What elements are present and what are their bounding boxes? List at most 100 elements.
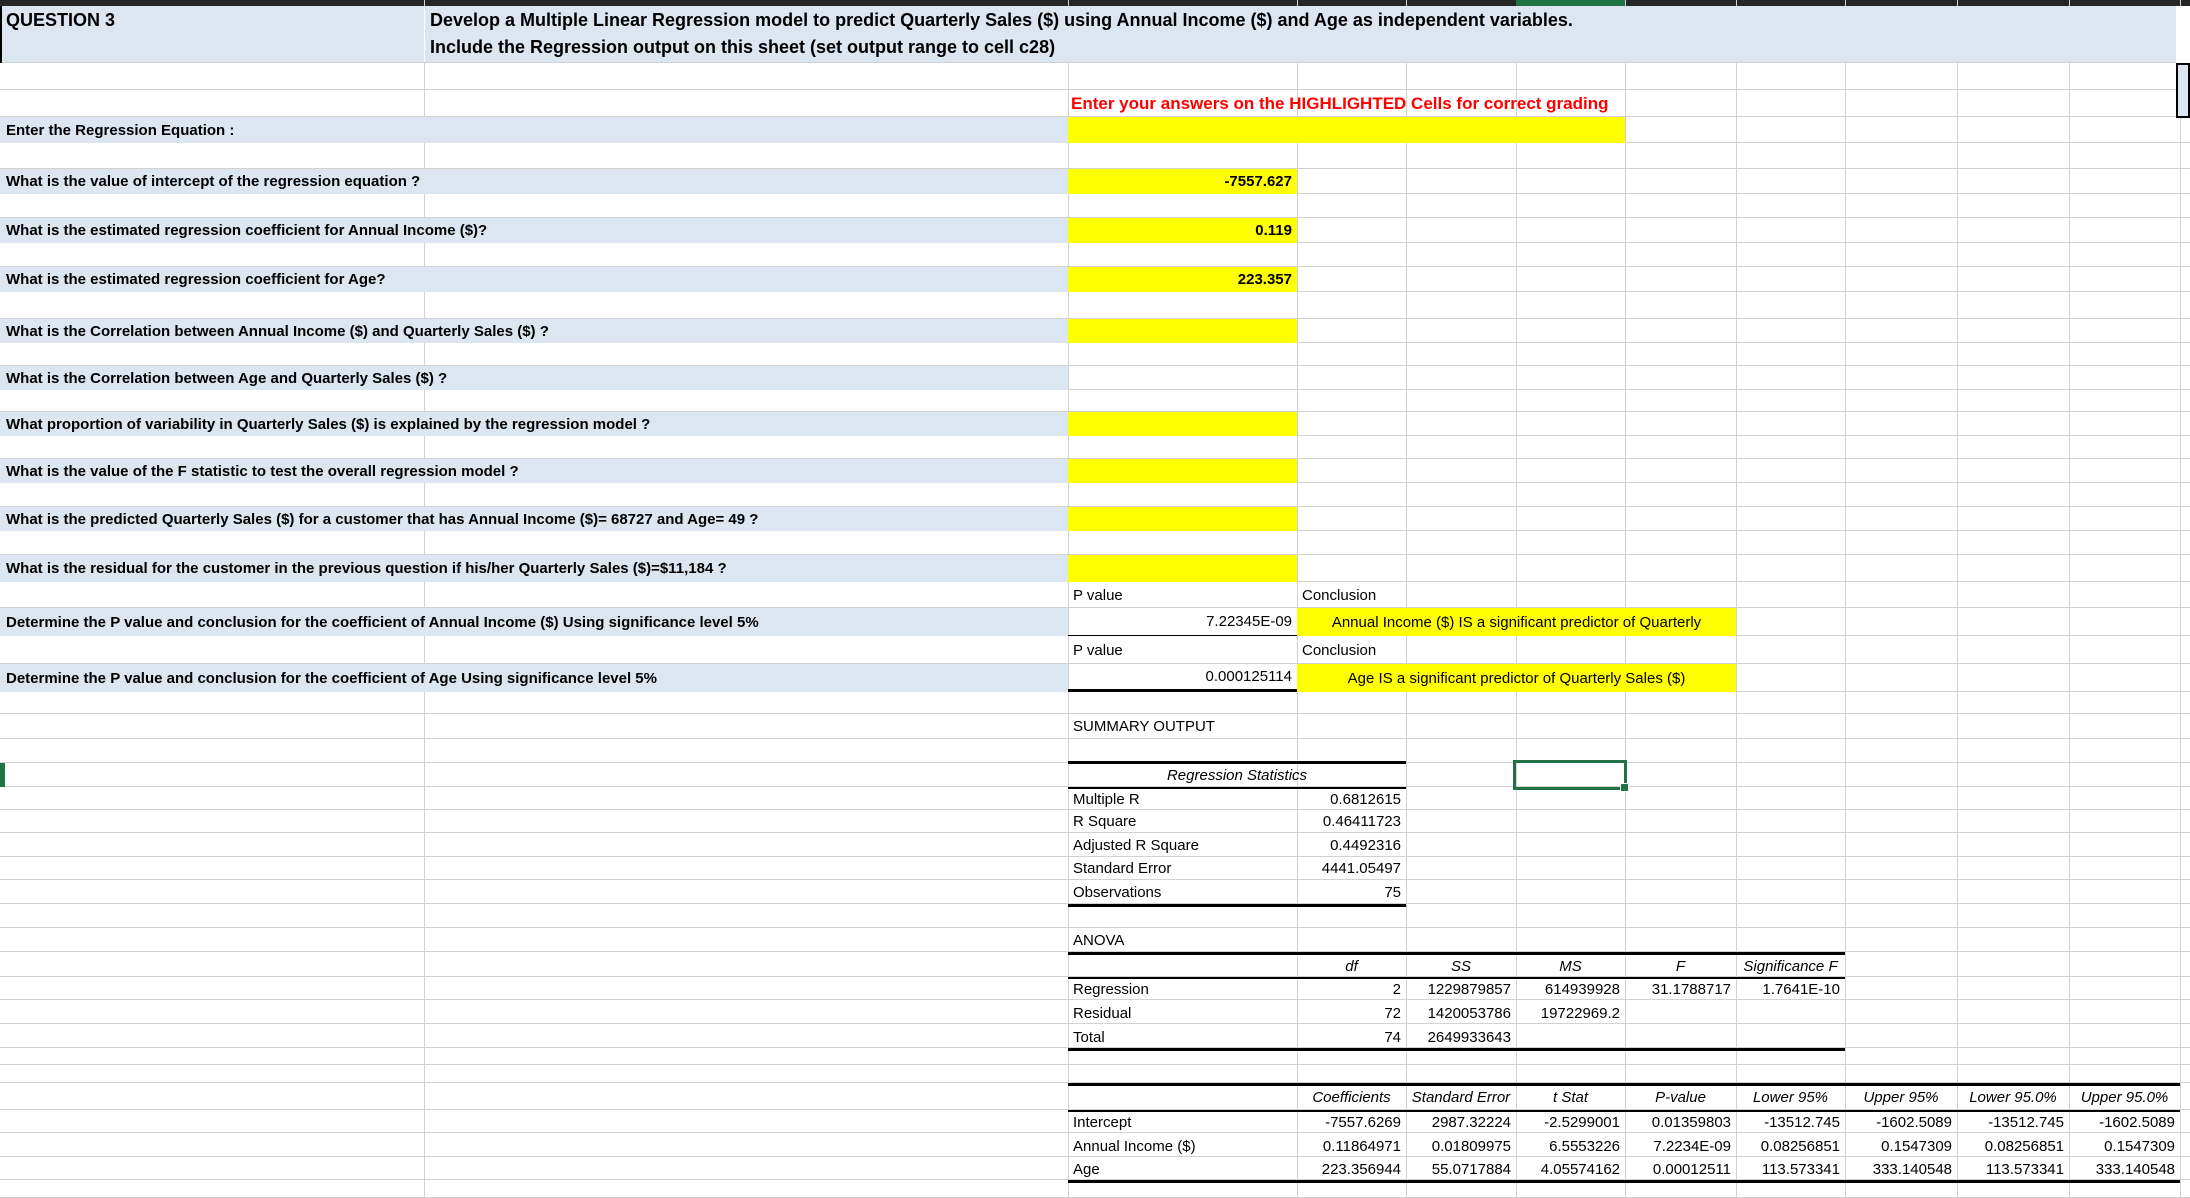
question-regression-equation: Enter the Regression Equation : xyxy=(0,117,1068,143)
coef-header: Upper 95.0% xyxy=(2080,1088,2169,1106)
coef-row-label: Age xyxy=(1073,1161,1100,1178)
instruction-line-2: Include the Regression output on this sh… xyxy=(430,36,1056,57)
coef-cell: 333.140548 xyxy=(1872,1161,1952,1178)
regstats-row-label: Observations xyxy=(1073,883,1162,901)
question-income-coefficient: What is the estimated regression coeffic… xyxy=(0,218,1068,243)
question-pvalue-income: Determine the P value and conclusion for… xyxy=(0,608,1068,636)
question-predicted-sales: What is the predicted Quarterly Sales ($… xyxy=(0,507,1068,531)
regstats-row-value: 0.46411723 xyxy=(1322,813,1401,830)
coef-cell: 0.1547309 xyxy=(2104,1137,2175,1155)
answer-cell-age-coefficient[interactable]: 223.357 xyxy=(1068,267,1297,292)
coef-cell: -7557.6269 xyxy=(1325,1114,1401,1131)
coef-cell: -1602.5089 xyxy=(2099,1114,2175,1131)
right-edge-bordered-cell[interactable] xyxy=(2176,63,2190,118)
regstats-row-label: Multiple R xyxy=(1073,791,1140,808)
coef-row-label: Annual Income ($) xyxy=(1073,1137,1196,1155)
selected-row-indicator xyxy=(0,763,5,787)
question-age-coefficient: What is the estimated regression coeffic… xyxy=(0,267,1068,292)
question-pvalue-age: Determine the P value and conclusion for… xyxy=(0,664,1068,692)
band-cell-divider xyxy=(424,6,425,62)
coef-cell: 0.01359803 xyxy=(1651,1114,1731,1131)
anova-cell: 2649933643 xyxy=(1427,1028,1511,1046)
coef-cell: 0.01809975 xyxy=(1431,1137,1511,1155)
coef-header: Lower 95.0% xyxy=(1969,1088,2057,1106)
coef-cell: 0.11864971 xyxy=(1322,1137,1401,1155)
anova-header-df: df xyxy=(1345,957,1358,975)
anova-header-ss: SS xyxy=(1450,957,1471,975)
regstats-row-label: Standard Error xyxy=(1073,860,1172,877)
p-value-label-2: P value xyxy=(1073,641,1123,659)
coef-cell: -13512.745 xyxy=(1764,1114,1840,1131)
answer-cell-regression-equation[interactable] xyxy=(1068,117,1625,143)
coef-cell: -2.5299001 xyxy=(1544,1114,1620,1131)
answer-cell-income-coefficient[interactable]: 0.119 xyxy=(1068,218,1297,243)
question-correlation-age: What is the Correlation between Age and … xyxy=(0,366,1068,390)
coef-cell: 0.1547309 xyxy=(1881,1137,1952,1155)
regstats-row-label: Adjusted R Square xyxy=(1073,836,1199,854)
anova-row-label: Regression xyxy=(1073,981,1149,998)
coef-cell: 6.5553226 xyxy=(1549,1137,1620,1155)
coef-cell: 0.00012511 xyxy=(1652,1161,1731,1178)
anova-cell: 2 xyxy=(1392,981,1401,998)
anova-cell: 1420053786 xyxy=(1427,1004,1511,1022)
selected-cell[interactable] xyxy=(1513,760,1627,790)
question-f-statistic: What is the value of the F statistic to … xyxy=(0,459,1068,483)
selection-fill-handle[interactable] xyxy=(1620,783,1629,792)
answer-cell-intercept[interactable]: -7557.627 xyxy=(1068,169,1297,194)
coef-bottom-border xyxy=(1068,1180,2180,1183)
question-residual: What is the residual for the customer in… xyxy=(0,555,1068,582)
highlighted-cells-note: Enter your answers on the HIGHLIGHTED Ce… xyxy=(1071,93,1609,113)
anova-title: ANOVA xyxy=(1073,931,1125,949)
coef-header: Coefficients xyxy=(1312,1088,1391,1106)
instruction-line-1: Develop a Multiple Linear Regression mod… xyxy=(430,9,1573,30)
coef-cell: 0.08256851 xyxy=(1760,1137,1840,1155)
coef-header: Lower 95% xyxy=(1752,1088,1829,1106)
coef-cell: 223.356944 xyxy=(1321,1161,1401,1178)
coef-cell: 0.08256851 xyxy=(1984,1137,2064,1155)
anova-bottom-border xyxy=(1068,1048,1845,1051)
answer-cell-residual[interactable] xyxy=(1068,555,1297,582)
regstats-row-label: R Square xyxy=(1073,813,1137,830)
answer-cell-correlation-income[interactable] xyxy=(1068,319,1297,343)
anova-cell: 74 xyxy=(1384,1028,1401,1046)
anova-header-sig-f: Significance F xyxy=(1743,957,1838,975)
coef-header: t Stat xyxy=(1552,1088,1589,1106)
coef-cell: 55.0717884 xyxy=(1431,1161,1511,1178)
anova-header-ms: MS xyxy=(1559,957,1582,975)
coef-header: Upper 95% xyxy=(1863,1088,1939,1106)
spreadsheet: QUESTION 3 Develop a Multiple Linear Reg… xyxy=(0,0,2190,1198)
coef-cell: -13512.745 xyxy=(1988,1114,2064,1131)
sheet-content: QUESTION 3 Develop a Multiple Linear Reg… xyxy=(0,0,2190,1198)
regstats-row-value: 0.4492316 xyxy=(1330,836,1401,854)
coef-header: P-value xyxy=(1655,1088,1706,1106)
answer-cell-correlation-age[interactable] xyxy=(1068,366,1297,390)
question-variability: What proportion of variability in Quarte… xyxy=(0,412,1068,436)
coef-cell: -1602.5089 xyxy=(1876,1114,1952,1131)
anova-row-label: Total xyxy=(1073,1028,1105,1046)
p-value-label-1: P value xyxy=(1073,586,1123,604)
conclusion-income-cell[interactable]: Annual Income ($) IS a significant predi… xyxy=(1297,608,1736,636)
coef-cell: 113.573341 xyxy=(1761,1161,1840,1178)
coef-cell: 333.140548 xyxy=(2095,1161,2175,1178)
anova-cell: 31.1788717 xyxy=(1651,981,1731,998)
anova-cell: 614939928 xyxy=(1544,981,1620,998)
anova-cell: 1229879857 xyxy=(1427,981,1511,998)
anova-row-label: Residual xyxy=(1073,1004,1132,1022)
regstats-title: Regression Statistics xyxy=(1166,767,1308,784)
coef-row-label: Intercept xyxy=(1073,1114,1132,1131)
coef-cell: 4.05574162 xyxy=(1540,1161,1620,1178)
question-correlation-income: What is the Correlation between Annual I… xyxy=(0,319,1068,343)
p-value-age: 0.000125114 xyxy=(1068,664,1297,692)
anova-cell: 72 xyxy=(1384,1004,1401,1022)
coef-cell: 2987.32224 xyxy=(1431,1114,1511,1131)
band-left-border xyxy=(0,6,2,63)
answer-cell-predicted-sales[interactable] xyxy=(1068,507,1297,531)
coef-cell: 7.2234E-09 xyxy=(1653,1137,1731,1155)
summary-output-title: SUMMARY OUTPUT xyxy=(1073,718,1215,735)
answer-cell-variability[interactable] xyxy=(1068,412,1297,436)
anova-cell: 19722969.2 xyxy=(1540,1004,1620,1022)
conclusion-age-cell[interactable]: Age IS a significant predictor of Quarte… xyxy=(1297,664,1736,692)
regstats-row-value: 4441.05497 xyxy=(1321,860,1401,877)
answer-cell-f-statistic[interactable] xyxy=(1068,459,1297,483)
anova-cell: 1.7641E-10 xyxy=(1762,981,1840,998)
